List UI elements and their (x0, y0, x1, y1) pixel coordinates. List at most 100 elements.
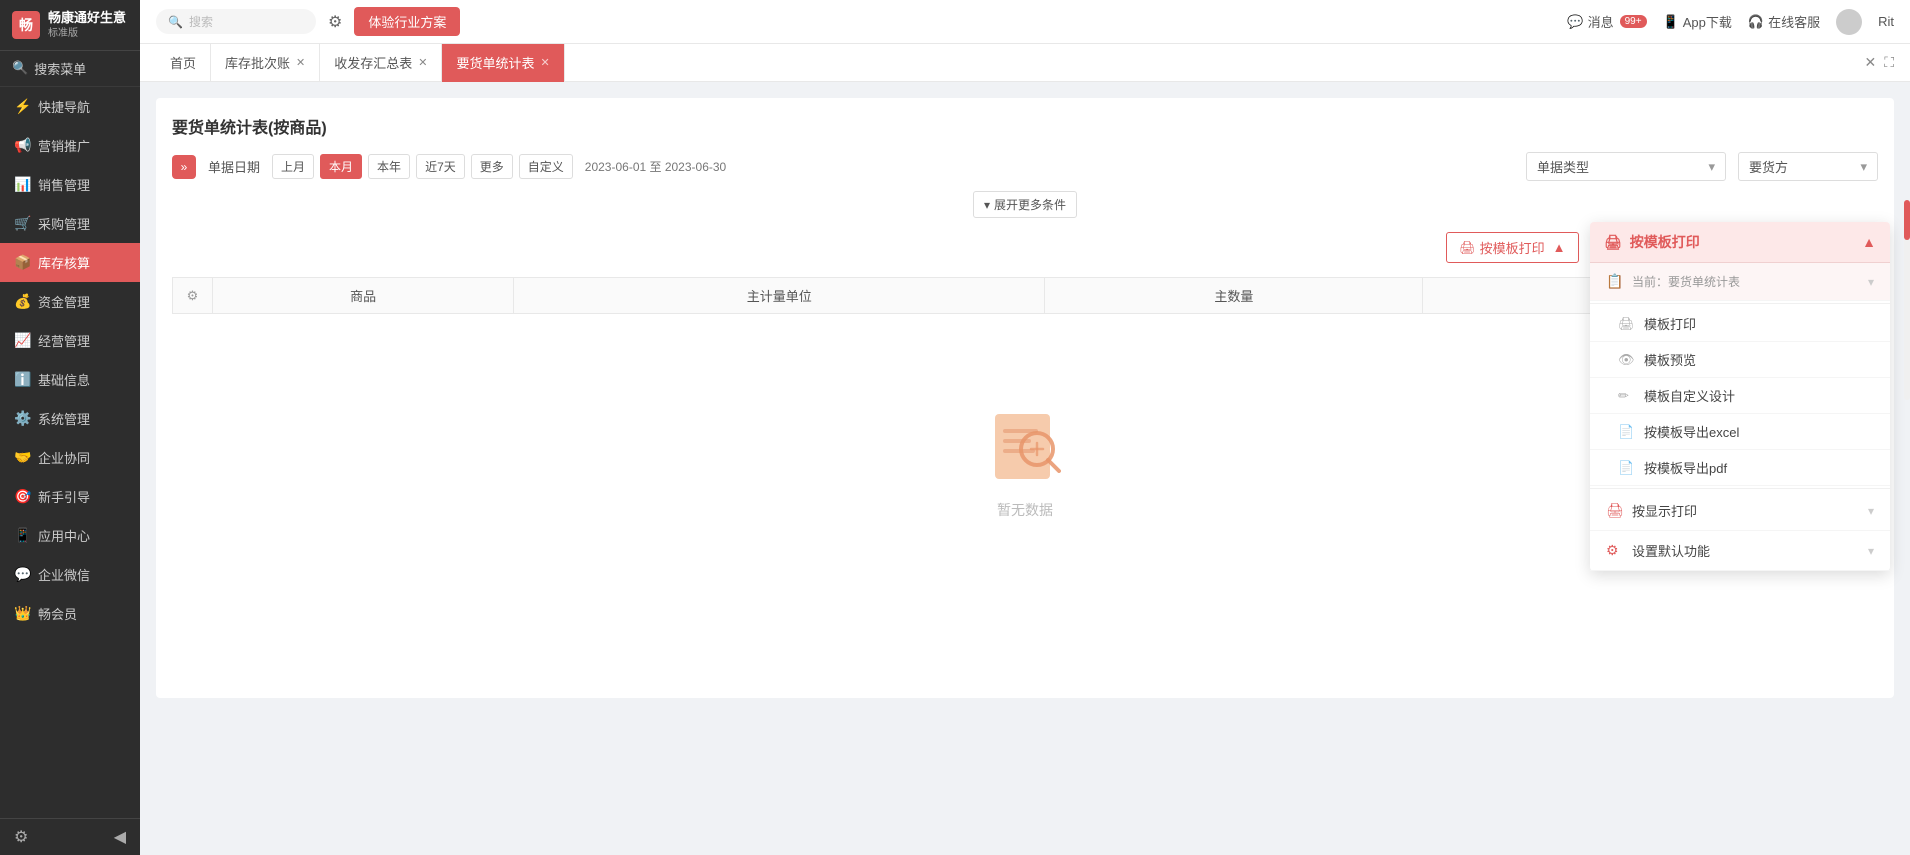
date-btn-this-year[interactable]: 本年 (368, 154, 410, 179)
sidebar-item-purchase[interactable]: 🛒 采购管理 (0, 204, 140, 243)
wechat-icon: 💬 (14, 566, 30, 583)
print-up-arrow-icon: ▲ (1553, 240, 1566, 255)
dropdown-template-export-excel[interactable]: 📄 按模板导出excel (1590, 414, 1890, 450)
basic-info-icon: ℹ️ (14, 371, 30, 388)
purchase-icon: 🛒 (14, 215, 30, 232)
display-print-icon: 🖨 (1606, 502, 1622, 519)
header-search-bar[interactable]: 🔍 搜索 (156, 9, 316, 34)
app-logo: 畅 畅康通好生意 标准版 (0, 0, 140, 51)
sidebar-item-basic-info[interactable]: ℹ️ 基础信息 (0, 360, 140, 399)
template-export-pdf-icon: 📄 (1618, 460, 1634, 476)
messages-action[interactable]: 💬 消息 99+ (1567, 12, 1646, 31)
table-col-unit: 主计量单位 (514, 278, 1045, 314)
goods-filter-label: 要货方 (1749, 157, 1788, 176)
sidebar-item-inventory[interactable]: 📦 库存核算 (0, 243, 140, 282)
dropdown-template-custom-design[interactable]: ✏ 模板自定义设计 (1590, 378, 1890, 414)
date-btn-custom[interactable]: 自定义 (519, 154, 573, 179)
dropdown-print-icon: 🖨 (1604, 234, 1622, 251)
sidebar-item-app-center[interactable]: 📱 应用中心 (0, 516, 140, 555)
date-btn-this-month[interactable]: 本月 (320, 154, 362, 179)
print-template-btn[interactable]: 🖨 按模板打印 ▲ (1446, 232, 1578, 263)
header-search-icon: 🔍 (168, 15, 183, 29)
user-avatar[interactable] (1836, 9, 1862, 35)
sidebar-item-operations[interactable]: 📈 经营管理 (0, 321, 140, 360)
dropdown-divider-1 (1590, 303, 1890, 304)
tabs-bar: 首页 库存批次账 ✕ 收发存汇总表 ✕ 要货单统计表 ✕ ✕ ⛶ (140, 44, 1910, 82)
dropdown-template-export-pdf[interactable]: 📄 按模板导出pdf (1590, 450, 1890, 486)
dropdown-template-preview[interactable]: 👁 模板预览 (1590, 342, 1890, 378)
fold-sidebar-icon[interactable]: ◀ (114, 827, 126, 847)
trial-btn[interactable]: 体验行业方案 (354, 7, 460, 36)
dropdown-close-btn[interactable]: ▲ (1862, 234, 1876, 250)
tab-inventory-batch[interactable]: 库存批次账 ✕ (211, 44, 320, 82)
quick-nav-icon: ⚡ (14, 98, 30, 115)
tab-receipt-summary[interactable]: 收发存汇总表 ✕ (320, 44, 442, 82)
sidebar-search[interactable]: 🔍 搜索菜单 (0, 51, 140, 87)
online-service-action[interactable]: 🎧 在线客服 (1748, 12, 1820, 31)
sidebar-item-system[interactable]: ⚙️ 系统管理 (0, 399, 140, 438)
search-icon: 🔍 (12, 60, 28, 76)
sidebar-item-wechat[interactable]: 💬 企业微信 (0, 555, 140, 594)
enterprise-icon: 🤝 (14, 449, 30, 466)
tab-close-order-stats[interactable]: ✕ (541, 56, 550, 69)
app-center-icon: 📱 (14, 527, 30, 544)
dropdown-display-print[interactable]: 🖨 按显示打印 ▾ (1590, 491, 1890, 531)
tab-expand-window-icon[interactable]: ⛶ (1884, 54, 1894, 71)
template-export-excel-icon: 📄 (1618, 424, 1634, 440)
dropdown-template-print[interactable]: 🖨 模板打印 (1590, 306, 1890, 342)
sidebar-item-marketing[interactable]: 📢 营销推广 (0, 126, 140, 165)
sidebar-item-guide[interactable]: 🎯 新手引导 (0, 477, 140, 516)
table-col-settings[interactable]: ⚙ (173, 278, 213, 314)
sales-icon: 📊 (14, 176, 30, 193)
page-title: 要货单统计表(按商品) (172, 114, 1878, 138)
header-gear-icon[interactable]: ⚙ (328, 12, 342, 32)
logo-text: 畅康通好生意 标准版 (48, 10, 126, 40)
date-btn-more[interactable]: 更多 (471, 154, 513, 179)
page-content: 要货单统计表(按商品) » 单据日期 上月 本月 本年 近7天 更多 自定义 2… (140, 82, 1910, 855)
user-name: Rit (1878, 14, 1894, 29)
tab-close-inventory-batch[interactable]: ✕ (296, 56, 305, 69)
header-actions: 💬 消息 99+ 📱 App下载 🎧 在线客服 Rit (1567, 9, 1894, 35)
date-btn-7days[interactable]: 近7天 (416, 154, 465, 179)
date-range: 2023-06-01 至 2023-06-30 (585, 158, 726, 175)
tab-close-window-icon[interactable]: ✕ (1864, 54, 1876, 71)
messages-badge: 99+ (1620, 15, 1647, 28)
type-filter-label: 单据类型 (1537, 157, 1589, 176)
goods-filter-select[interactable]: 要货方 ▾ (1738, 152, 1878, 181)
expand-more-icon: ▾ (984, 198, 990, 212)
tab-home[interactable]: 首页 (156, 44, 211, 82)
sidebar-item-enterprise[interactable]: 🤝 企业协同 (0, 438, 140, 477)
expand-more-btn[interactable]: ▾ 展开更多条件 (973, 191, 1077, 218)
table-settings-icon[interactable]: ⚙ (187, 288, 199, 303)
date-options: 上月 本月 本年 近7天 更多 自定义 (272, 154, 573, 179)
tab-order-stats[interactable]: 要货单统计表 ✕ (442, 44, 564, 82)
filter-row: » 单据日期 上月 本月 本年 近7天 更多 自定义 2023-06-01 至 … (172, 152, 1878, 181)
date-btn-last-month[interactable]: 上月 (272, 154, 314, 179)
operations-icon: 📈 (14, 332, 30, 349)
sidebar-item-finance[interactable]: 💰 资金管理 (0, 282, 140, 321)
set-default-icon: ⚙ (1606, 542, 1622, 559)
template-custom-design-icon: ✏ (1618, 388, 1634, 404)
settings-footer-icon[interactable]: ⚙ (14, 827, 28, 847)
sidebar-item-sales[interactable]: 📊 销售管理 (0, 165, 140, 204)
tab-close-receipt-summary[interactable]: ✕ (418, 56, 427, 69)
right-scrollbar-thumb (1904, 200, 1910, 240)
empty-state-icon (975, 394, 1075, 484)
filter-expand-btn[interactable]: » (172, 155, 196, 179)
type-filter-select[interactable]: 单据类型 ▾ (1526, 152, 1726, 181)
headset-icon: 🎧 (1748, 14, 1764, 30)
dropdown-set-default[interactable]: ⚙ 设置默认功能 ▾ (1590, 531, 1890, 571)
sidebar-item-membership[interactable]: 👑 畅会员 (0, 594, 140, 633)
marketing-icon: 📢 (14, 137, 30, 154)
dropdown-header: 🖨 按模板打印 ▲ (1590, 222, 1890, 263)
guide-icon: 🎯 (14, 488, 30, 505)
print-icon: 🖨 (1459, 240, 1476, 256)
print-template-dropdown: 🖨 按模板打印 ▲ 📋 当前：要货单统计表 ▾ 🖨 模板打印 👁 模板预览 (1590, 222, 1890, 571)
template-print-icon: 🖨 (1618, 316, 1634, 332)
messages-icon: 💬 (1567, 14, 1583, 30)
finance-icon: 💰 (14, 293, 30, 310)
right-scrollbar[interactable] (1904, 200, 1910, 400)
app-download-action[interactable]: 📱 App下载 (1663, 12, 1732, 31)
sidebar-item-quick-nav[interactable]: ⚡ 快捷导航 (0, 87, 140, 126)
dropdown-current-template[interactable]: 📋 当前：要货单统计表 ▾ (1590, 263, 1890, 301)
